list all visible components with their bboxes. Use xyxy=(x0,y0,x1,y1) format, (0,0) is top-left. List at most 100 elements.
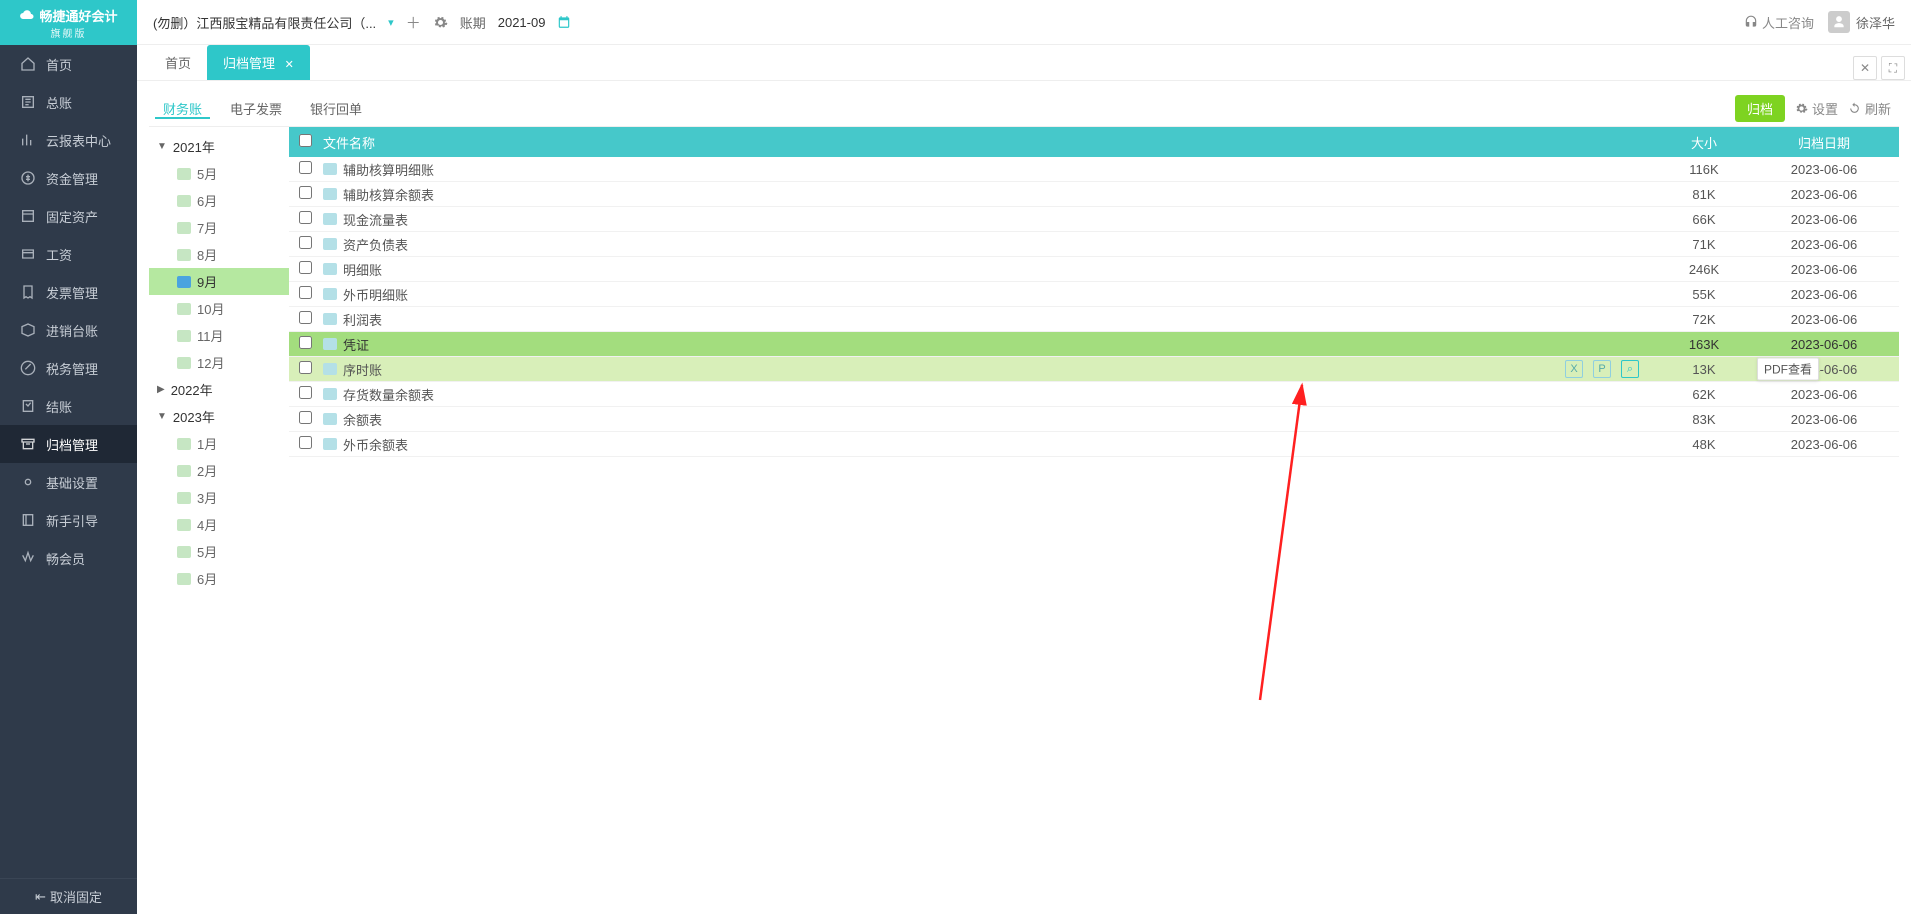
sidebar-item-10[interactable]: 归档管理 xyxy=(0,425,137,463)
sidebar-item-8[interactable]: 税务管理 xyxy=(0,349,137,387)
calendar-icon[interactable] xyxy=(557,15,571,29)
sidebar-item-2[interactable]: 云报表中心 xyxy=(0,121,137,159)
file-icon xyxy=(323,438,337,450)
refresh-button[interactable]: 刷新 xyxy=(1848,99,1891,118)
row-checkbox[interactable] xyxy=(299,161,312,174)
file-size: 163K xyxy=(1649,337,1759,352)
file-icon xyxy=(323,313,337,325)
tree-year[interactable]: ▼2023年 xyxy=(149,403,289,430)
archive-date: 2023-06-06 xyxy=(1759,312,1889,327)
tree-month[interactable]: 5月 xyxy=(149,538,289,565)
table-row[interactable]: 辅助核算明细账116K2023-06-06 xyxy=(289,157,1899,182)
tab-archive[interactable]: 归档管理 ✕ xyxy=(207,45,310,80)
sidebar-item-5[interactable]: 工资 xyxy=(0,235,137,273)
tree-month[interactable]: 6月 xyxy=(149,565,289,592)
tree-month[interactable]: 9月 xyxy=(149,268,289,295)
row-checkbox[interactable] xyxy=(299,361,312,374)
pdf-preview-icon[interactable]: ⌕ xyxy=(1621,360,1639,378)
download-pdf-icon[interactable]: P xyxy=(1593,360,1611,378)
file-size: 72K xyxy=(1649,312,1759,327)
tree-year[interactable]: ▶2022年 xyxy=(149,376,289,403)
fullscreen-icon[interactable]: ⛶ xyxy=(1881,56,1905,80)
table-row[interactable]: 外币明细账55K2023-06-06 xyxy=(289,282,1899,307)
tree-month[interactable]: 5月 xyxy=(149,160,289,187)
tree-month[interactable]: 3月 xyxy=(149,484,289,511)
gear-icon[interactable] xyxy=(433,15,448,30)
folder-icon xyxy=(177,492,191,504)
table-row[interactable]: 现金流量表66K2023-06-06 xyxy=(289,207,1899,232)
sidebar-item-1[interactable]: 总账 xyxy=(0,83,137,121)
table-row[interactable]: 利润表72K2023-06-06 xyxy=(289,307,1899,332)
archive-date: 2023-06-06 xyxy=(1759,187,1889,202)
sidebar-item-11[interactable]: 基础设置 xyxy=(0,463,137,501)
tab-close-all[interactable]: ✕ xyxy=(1853,56,1877,80)
logo[interactable]: 畅捷通好会计 旗舰版 xyxy=(0,0,137,45)
sidebar-item-12[interactable]: 新手引导 xyxy=(0,501,137,539)
subtab-einvoice[interactable]: 电子发票 xyxy=(216,99,296,118)
table-row[interactable]: 外币余额表48K2023-06-06 xyxy=(289,432,1899,457)
tree-month[interactable]: 8月 xyxy=(149,241,289,268)
tree-month[interactable]: 1月 xyxy=(149,430,289,457)
table-row[interactable]: 明细账246K2023-06-06 xyxy=(289,257,1899,282)
row-checkbox[interactable] xyxy=(299,211,312,224)
unpin-sidebar[interactable]: ⇤ 取消固定 xyxy=(0,878,137,914)
row-checkbox[interactable] xyxy=(299,236,312,249)
file-size: 71K xyxy=(1649,237,1759,252)
table-row[interactable]: 存货数量余额表62K2023-06-06 xyxy=(289,382,1899,407)
logo-title: 畅捷通好会计 xyxy=(39,6,117,25)
row-checkbox[interactable] xyxy=(299,386,312,399)
company-name[interactable]: (勿删）江西服宝精品有限责任公司（... xyxy=(153,13,376,32)
tab-home[interactable]: 首页 xyxy=(149,45,207,80)
user-menu[interactable]: 徐泽华 xyxy=(1828,11,1895,33)
table-header: 文件名称 大小 归档日期 xyxy=(289,127,1899,157)
table-row[interactable]: 余额表83K2023-06-06 xyxy=(289,407,1899,432)
avatar xyxy=(1828,11,1850,33)
sidebar-item-3[interactable]: 资金管理 xyxy=(0,159,137,197)
file-name: 辅助核算余额表 xyxy=(343,185,434,204)
tree-month[interactable]: 4月 xyxy=(149,511,289,538)
add-icon[interactable]: ＋ xyxy=(406,12,421,33)
tree-year[interactable]: ▼2021年 xyxy=(149,133,289,160)
close-icon[interactable]: ✕ xyxy=(285,59,294,71)
sidebar-item-4[interactable]: 固定资产 xyxy=(0,197,137,235)
tree-month[interactable]: 6月 xyxy=(149,187,289,214)
table-row[interactable]: 辅助核算余额表81K2023-06-06 xyxy=(289,182,1899,207)
sidebar-item-label: 首页 xyxy=(46,55,72,74)
row-checkbox[interactable] xyxy=(299,286,312,299)
sidebar-item-9[interactable]: 结账 xyxy=(0,387,137,425)
row-checkbox[interactable] xyxy=(299,311,312,324)
content: 财务账 电子发票 银行回单 归档 设置 刷新 xyxy=(137,81,1911,914)
tree-month[interactable]: 10月 xyxy=(149,295,289,322)
period-value[interactable]: 2021-09 xyxy=(498,15,546,30)
row-checkbox[interactable] xyxy=(299,186,312,199)
tree-month[interactable]: 11月 xyxy=(149,322,289,349)
select-all-checkbox[interactable] xyxy=(299,134,312,147)
sidebar-item-13[interactable]: 畅会员 xyxy=(0,539,137,577)
table-row[interactable]: 凭证163K2023-06-06 xyxy=(289,332,1899,357)
download-excel-icon[interactable]: X xyxy=(1565,360,1583,378)
file-name: 外币明细账 xyxy=(343,285,408,304)
sidebar-item-0[interactable]: 首页 xyxy=(0,45,137,83)
vip-icon xyxy=(20,550,36,566)
row-checkbox[interactable] xyxy=(299,436,312,449)
row-checkbox[interactable] xyxy=(299,411,312,424)
subtab-bank[interactable]: 银行回单 xyxy=(296,99,376,118)
row-checkbox[interactable] xyxy=(299,336,312,349)
consult-button[interactable]: 人工咨询 xyxy=(1744,13,1814,32)
sidebar-item-6[interactable]: 发票管理 xyxy=(0,273,137,311)
unpin-label: 取消固定 xyxy=(50,887,102,906)
tree-month[interactable]: 7月 xyxy=(149,214,289,241)
table-row[interactable]: 资产负债表71K2023-06-06 xyxy=(289,232,1899,257)
sidebar-item-label: 税务管理 xyxy=(46,359,98,378)
sidebar-item-7[interactable]: 进销台账 xyxy=(0,311,137,349)
page-tabs: 首页 归档管理 ✕ ✕ ⛶ xyxy=(137,45,1911,81)
archive-button[interactable]: 归档 xyxy=(1735,95,1785,122)
subtab-finance[interactable]: 财务账 xyxy=(149,99,216,118)
row-checkbox[interactable] xyxy=(299,261,312,274)
tree-month[interactable]: 12月 xyxy=(149,349,289,376)
settings-button[interactable]: 设置 xyxy=(1795,99,1838,118)
money-icon xyxy=(20,170,36,186)
tree-month[interactable]: 2月 xyxy=(149,457,289,484)
table-row[interactable]: 序时账XP⌕PDF查看13K2023-06-06 xyxy=(289,357,1899,382)
chevron-down-icon[interactable]: ▾ xyxy=(388,16,394,29)
